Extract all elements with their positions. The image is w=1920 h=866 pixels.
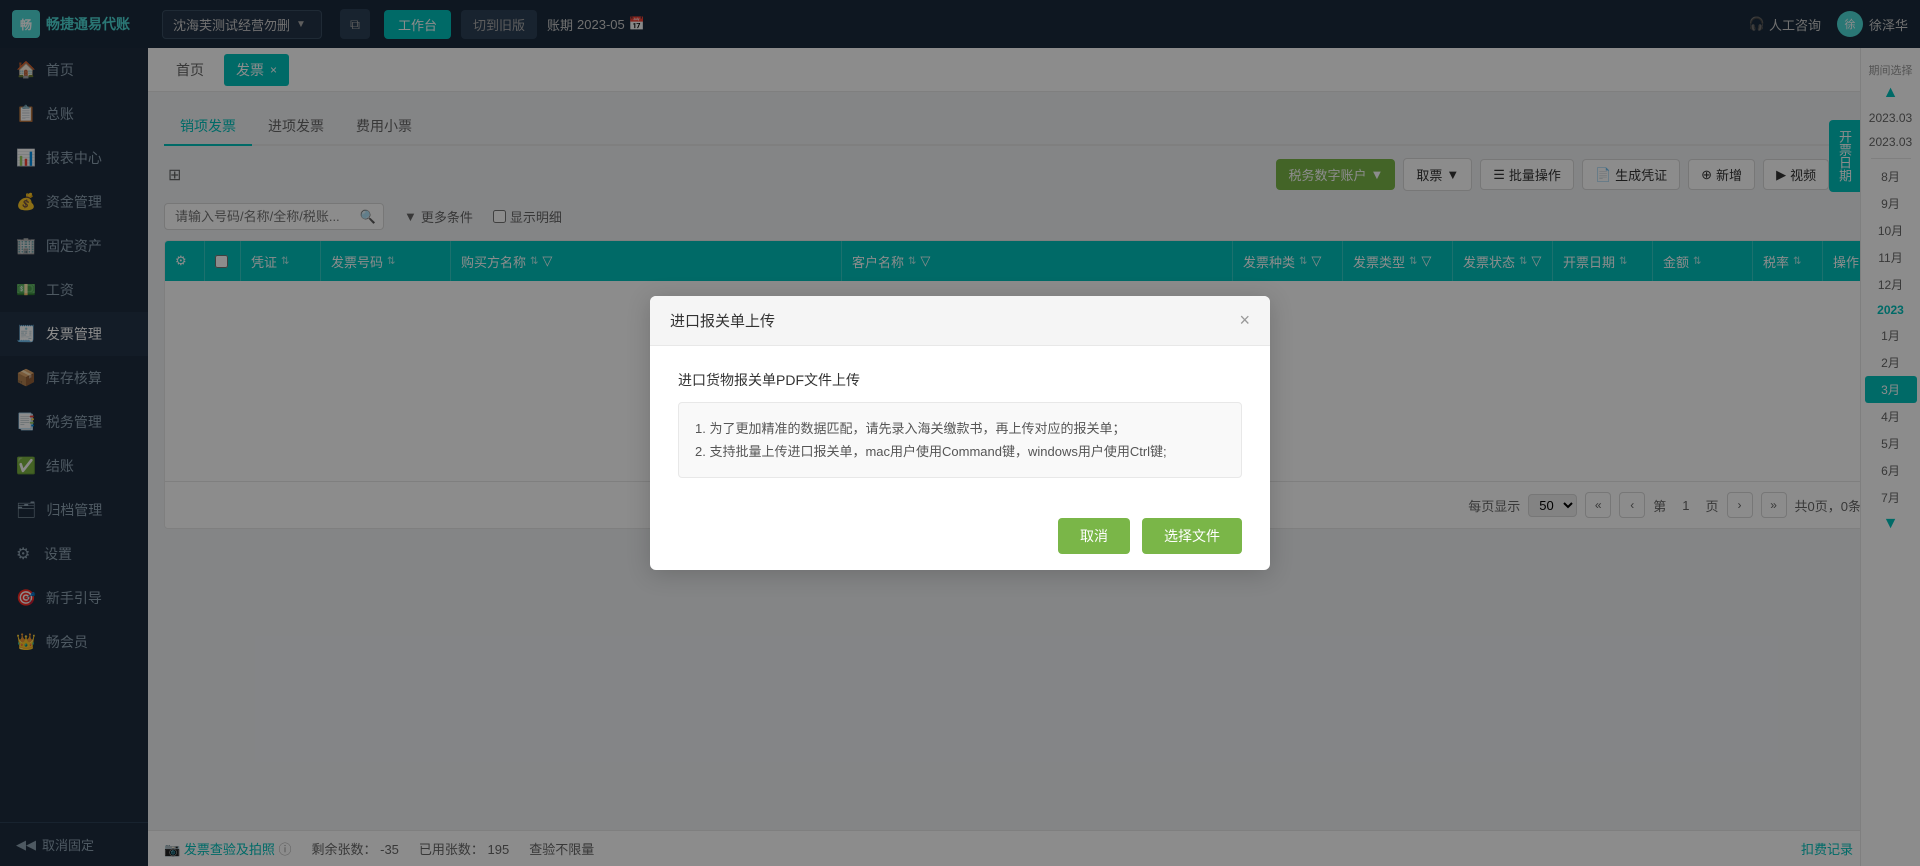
modal-select-file-button[interactable]: 选择文件 xyxy=(1142,518,1242,554)
modal-header: 进口报关单上传 × xyxy=(650,296,1270,346)
modal-close-button[interactable]: × xyxy=(1239,311,1250,329)
modal-overlay: 进口报关单上传 × 进口货物报关单PDF文件上传 1. 为了更加精准的数据匹配，… xyxy=(0,0,1920,866)
modal-title: 进口报关单上传 xyxy=(670,310,775,331)
modal-info-line-2: 2. 支持批量上传进口报关单，mac用户使用Command键，windows用户… xyxy=(695,440,1225,463)
modal-info-line-1: 1. 为了更加精准的数据匹配，请先录入海关缴款书，再上传对应的报关单； xyxy=(695,417,1225,440)
modal-cancel-button[interactable]: 取消 xyxy=(1058,518,1130,554)
modal-dialog: 进口报关单上传 × 进口货物报关单PDF文件上传 1. 为了更加精准的数据匹配，… xyxy=(650,296,1270,571)
modal-body: 进口货物报关单PDF文件上传 1. 为了更加精准的数据匹配，请先录入海关缴款书，… xyxy=(650,346,1270,503)
modal-footer: 取消 选择文件 xyxy=(650,502,1270,570)
modal-section-title: 进口货物报关单PDF文件上传 xyxy=(678,370,1242,390)
modal-info-box: 1. 为了更加精准的数据匹配，请先录入海关缴款书，再上传对应的报关单； 2. 支… xyxy=(678,402,1242,479)
